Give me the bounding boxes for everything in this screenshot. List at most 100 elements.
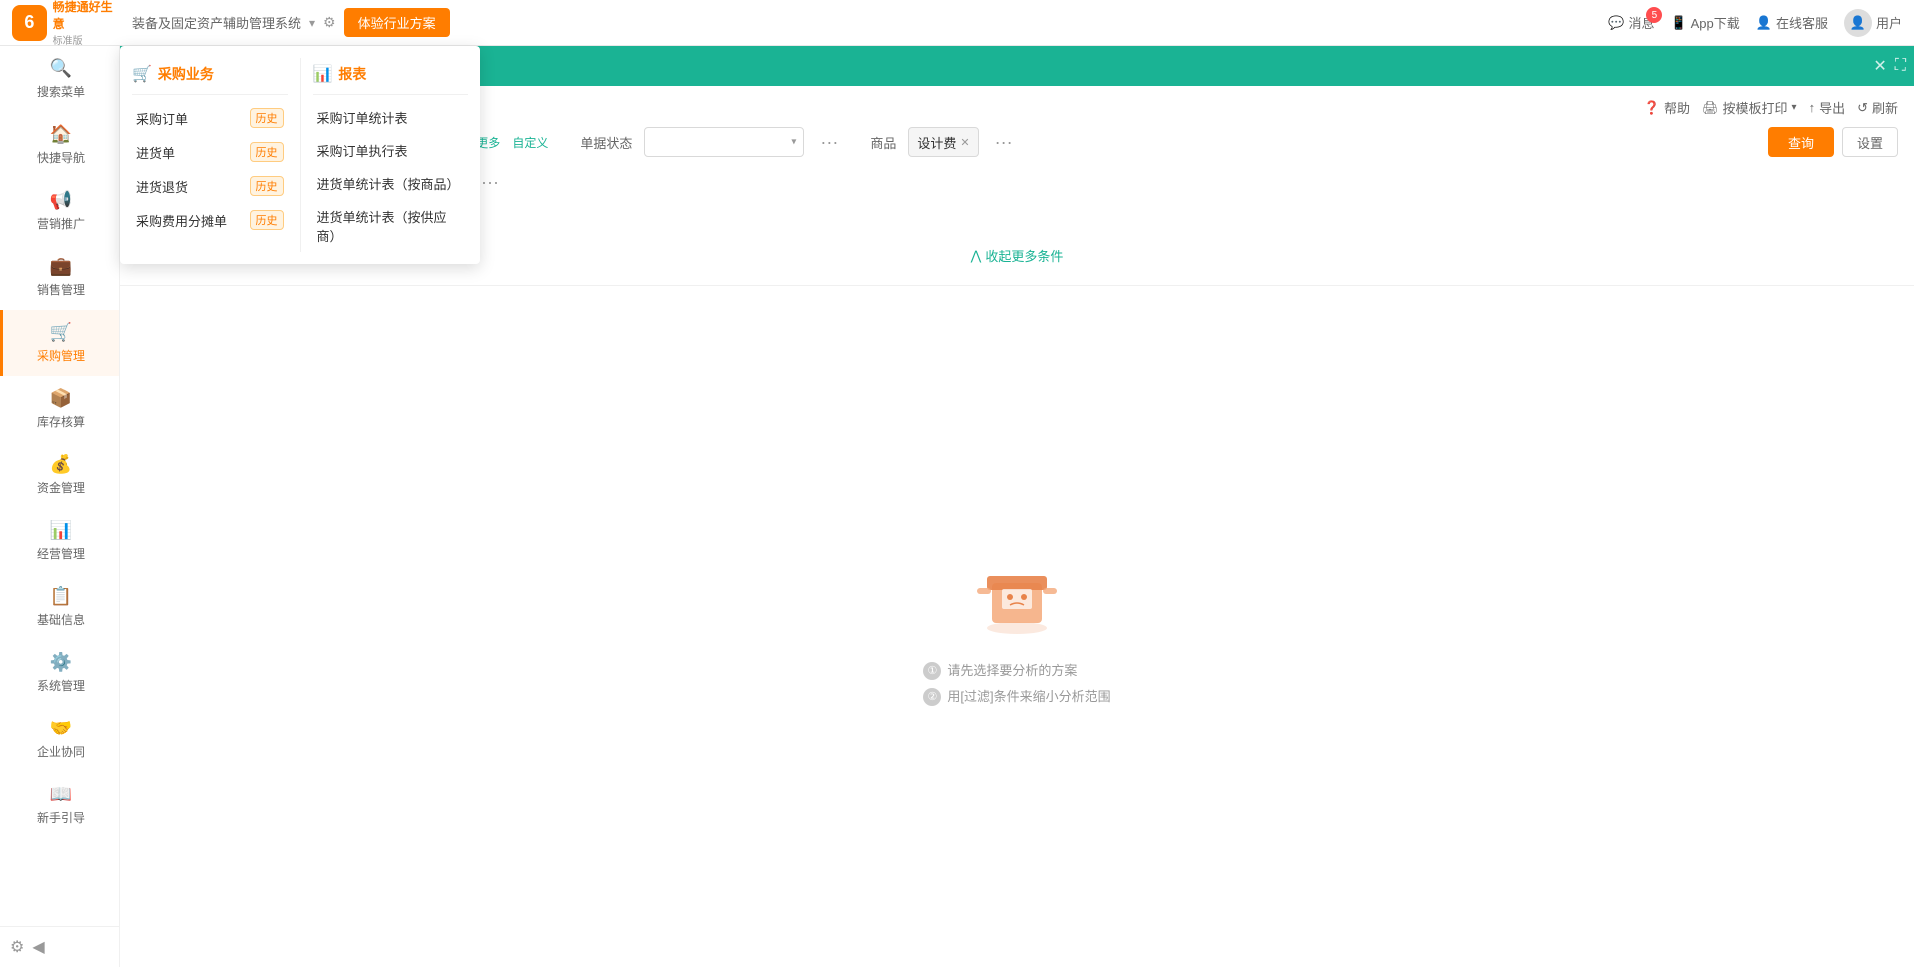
- sidebar-item-guide[interactable]: 📖 新手引导: [0, 772, 119, 838]
- sidebar-item-inventory[interactable]: 📦 库存核算: [0, 376, 119, 442]
- dropdown-menu: 🛒 采购业务 采购订单 历史 进货单 历史 进货退货 历史 采购费用分摊单 历史: [120, 46, 480, 264]
- experience-btn[interactable]: 体验行业方案: [344, 8, 450, 37]
- doc-status-label: 单据状态: [580, 133, 632, 152]
- enterprise-icon: 🤝: [50, 718, 72, 739]
- dropdown-item-goods-receipt[interactable]: 进货单 历史: [132, 135, 288, 169]
- empty-state: ① 请先选择要分析的方案 ② 用[过滤]条件来缩小分析范围: [120, 286, 1914, 967]
- query-btn[interactable]: 查询: [1768, 127, 1834, 157]
- sidebar-item-quick-nav[interactable]: 🏠 快捷导航: [0, 112, 119, 178]
- app-download-btn[interactable]: 📱 App下载: [1670, 13, 1739, 32]
- sidebar-label-system: 系统管理: [37, 677, 85, 694]
- app-download-label: App下载: [1691, 13, 1740, 32]
- sidebar-settings-btn[interactable]: ⚙: [10, 937, 24, 957]
- dropdown-purchase-col: 🛒 采购业务 采购订单 历史 进货单 历史 进货退货 历史 采购费用分摊单 历史: [120, 58, 300, 252]
- guide-icon: 📖: [50, 784, 72, 805]
- doc-status-select[interactable]: [644, 127, 804, 157]
- logo-text-area: 畅捷通好生意 标准版: [53, 0, 122, 47]
- refresh-icon: ↺: [1857, 100, 1868, 116]
- goods-dots[interactable]: ···: [995, 132, 1013, 153]
- dropdown-item-purchase-cost[interactable]: 采购费用分摊单 历史: [132, 203, 288, 237]
- help-icon: ❓: [1644, 100, 1660, 116]
- sidebar-item-search[interactable]: 🔍 搜索菜单: [0, 46, 119, 112]
- goods-tag-close[interactable]: ✕: [960, 136, 969, 149]
- sidebar-item-purchase[interactable]: 🛒 采购管理: [0, 310, 119, 376]
- logo-name: 畅捷通好生意: [53, 0, 122, 32]
- purchase-section-label: 采购业务: [158, 64, 214, 84]
- purchase-section-icon: 🛒: [132, 64, 152, 84]
- tip-text-2: 用[过滤]条件来缩小分析范围: [947, 684, 1110, 710]
- tip-num-2: ②: [923, 688, 941, 706]
- settings-btn[interactable]: 设置: [1842, 127, 1898, 157]
- order-exec-label: 采购订单执行表: [317, 141, 408, 160]
- dropdown-report-title: 📊 报表: [313, 58, 469, 95]
- goods-return-history[interactable]: 历史: [250, 176, 284, 196]
- dropdown-item-goods-stats-product[interactable]: 进货单统计表（按商品）: [313, 167, 469, 200]
- dropdown-purchase-title: 🛒 采购业务: [132, 58, 288, 95]
- sidebar-label-inventory: 库存核算: [37, 413, 85, 430]
- goods-tag: 设计费 ✕: [908, 127, 978, 157]
- empty-svg: [967, 543, 1067, 643]
- logo-badge: 标准版: [53, 32, 122, 47]
- search-icon: 🔍: [50, 58, 72, 79]
- help-btn[interactable]: ❓ 帮助: [1644, 98, 1690, 117]
- tip-text-1: 请先选择要分析的方案: [947, 658, 1077, 684]
- doc-status-select-wrapper: [644, 127, 804, 157]
- sidebar-label-quick-nav: 快捷导航: [37, 149, 85, 166]
- system-dropdown-btn[interactable]: ▾: [309, 16, 315, 30]
- sidebar-collapse-btn[interactable]: ◀: [32, 937, 44, 957]
- sidebar-item-marketing[interactable]: 📢 营销推广: [0, 178, 119, 244]
- goods-stats-supplier-label: 进货单统计表（按供应商）: [317, 207, 465, 245]
- print-label: 按模板打印: [1723, 98, 1788, 117]
- sidebar-item-enterprise[interactable]: 🤝 企业协同: [0, 706, 119, 772]
- report-section-label: 报表: [338, 64, 366, 84]
- export-icon: ↑: [1809, 100, 1816, 115]
- sidebar-item-system[interactable]: ⚙️ 系统管理: [0, 640, 119, 706]
- empty-illustration: [967, 543, 1067, 646]
- dropdown-item-order-exec[interactable]: 采购订单执行表: [313, 134, 469, 167]
- sidebar: 🔍 搜索菜单 🏠 快捷导航 📢 营销推广 💼 销售管理 🛒 采购管理 📦 库存核…: [0, 46, 120, 967]
- home-icon: 🏠: [50, 124, 72, 145]
- purchase-cost-history[interactable]: 历史: [250, 210, 284, 230]
- goods-receipt-history[interactable]: 历史: [250, 142, 284, 162]
- sidebar-item-sales[interactable]: 💼 销售管理: [0, 244, 119, 310]
- sidebar-label-sales: 销售管理: [37, 281, 85, 298]
- doc-status-dots[interactable]: ···: [820, 132, 838, 153]
- empty-tips: ① 请先选择要分析的方案 ② 用[过滤]条件来缩小分析范围: [923, 658, 1110, 710]
- print-icon: 🖨: [1702, 100, 1719, 116]
- dropdown-item-order-stats[interactable]: 采购订单统计表: [313, 101, 469, 134]
- dropdown-item-goods-stats-supplier[interactable]: 进货单统计表（按供应商）: [313, 200, 469, 252]
- dropdown-item-purchase-order[interactable]: 采购订单 历史: [132, 101, 288, 135]
- service-icon: 👤: [1756, 15, 1772, 31]
- collapse-label: 收起更多条件: [985, 246, 1063, 265]
- sidebar-item-business[interactable]: 📊 经营管理: [0, 508, 119, 574]
- empty-tip-2: ② 用[过滤]条件来缩小分析范围: [923, 684, 1110, 710]
- purchase-icon: 🛒: [50, 322, 72, 343]
- sidebar-item-finance[interactable]: 💰 资金管理: [0, 442, 119, 508]
- avatar: 👤: [1844, 9, 1872, 37]
- tab-close-window-btn[interactable]: ✕: [1873, 56, 1886, 76]
- refresh-btn[interactable]: ↺ 刷新: [1857, 98, 1898, 117]
- export-btn[interactable]: ↑ 导出: [1809, 98, 1846, 117]
- toolbar-right: ❓ 帮助 🖨 按模板打印 ▾ ↑ 导出 ↺ 刷新: [1644, 98, 1898, 117]
- logo-icon: 6: [12, 5, 47, 41]
- logo-char: 6: [24, 12, 34, 33]
- dropdown-item-goods-return[interactable]: 进货退货 历史: [132, 169, 288, 203]
- dropdown-report-col: 📊 报表 采购订单统计表 采购订单执行表 进货单统计表（按商品） 进货单统计表（…: [300, 58, 481, 252]
- action-buttons: 查询 设置: [1768, 127, 1898, 157]
- purchase-order-history[interactable]: 历史: [250, 108, 284, 128]
- collapse-btn[interactable]: ⋀ 收起更多条件: [971, 242, 1064, 269]
- sidebar-label-base-info: 基础信息: [37, 611, 85, 628]
- date-quick-custom[interactable]: 自定义: [512, 134, 548, 151]
- tab-maximize-btn[interactable]: ⛶: [1895, 57, 1906, 75]
- salesperson-dots[interactable]: ···: [481, 172, 499, 193]
- header-settings-btn[interactable]: ⚙: [323, 14, 336, 31]
- online-service-btn[interactable]: 👤 在线客服: [1756, 13, 1828, 32]
- print-btn[interactable]: 🖨 按模板打印 ▾: [1702, 98, 1797, 117]
- main-layout: 🔍 搜索菜单 🏠 快捷导航 📢 营销推广 💼 销售管理 🛒 采购管理 📦 库存核…: [0, 46, 1914, 967]
- user-btn[interactable]: 👤 用户: [1844, 9, 1902, 37]
- sidebar-label-guide: 新手引导: [37, 809, 85, 826]
- sidebar-item-base-info[interactable]: 📋 基础信息: [0, 574, 119, 640]
- goods-tag-value: 设计费: [917, 133, 956, 152]
- app-icon: 📱: [1670, 15, 1686, 31]
- message-btn[interactable]: 💬 消息 5: [1608, 13, 1654, 32]
